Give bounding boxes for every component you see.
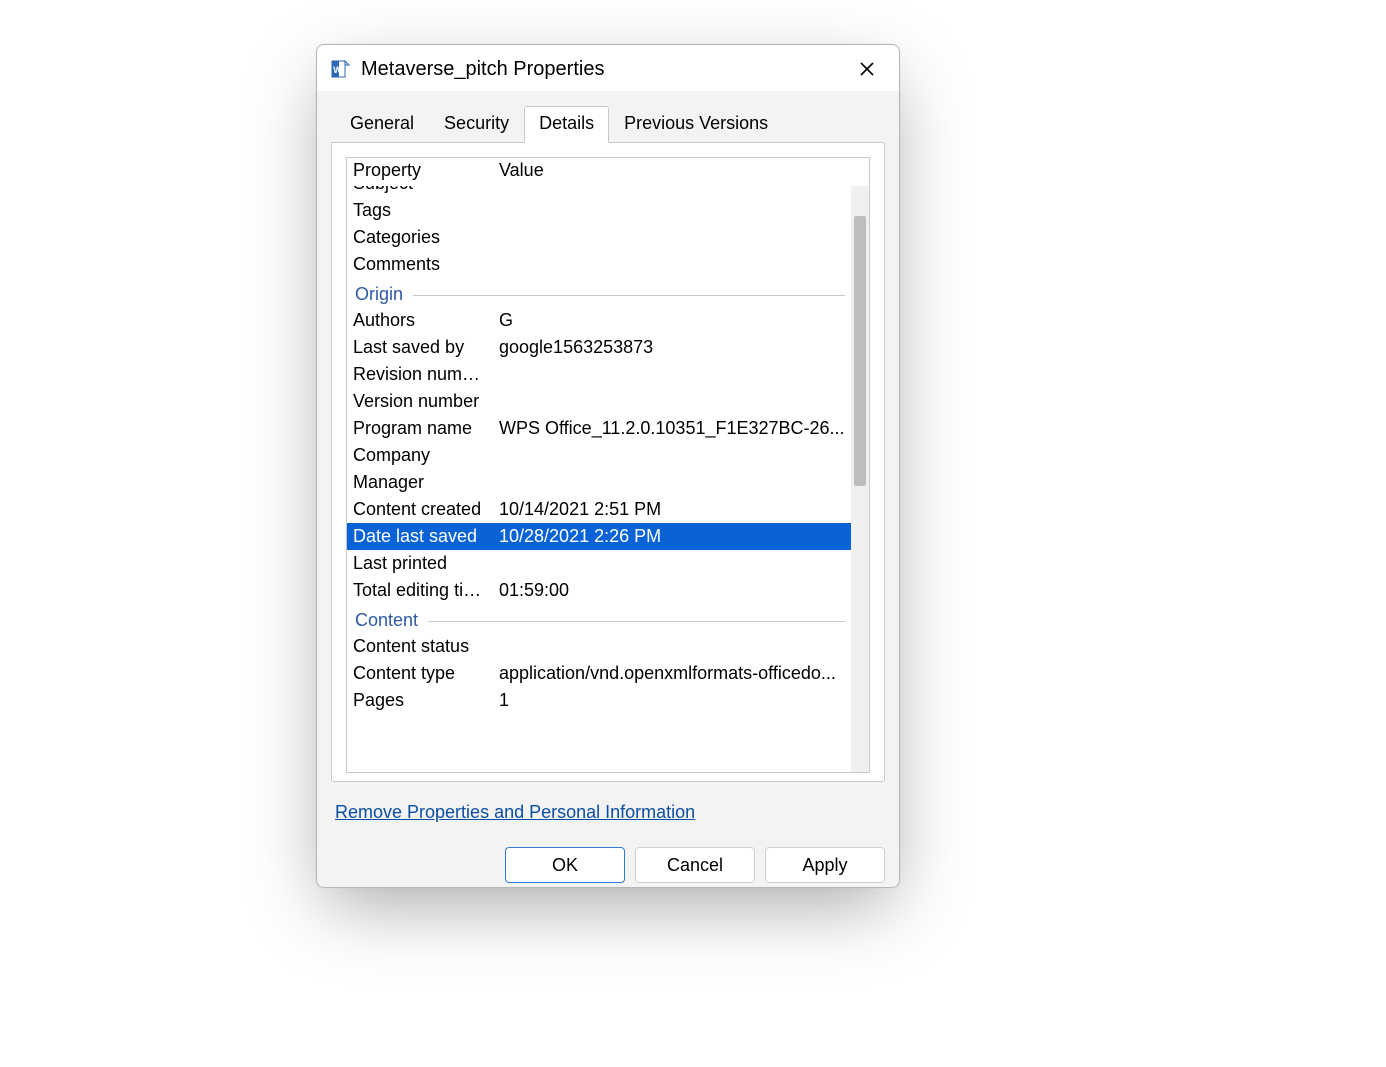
section-content: Content: [347, 604, 851, 633]
row-revision-number[interactable]: Revision number: [347, 361, 851, 388]
value-tags: [493, 199, 851, 222]
label-comments: Comments: [347, 253, 493, 276]
tab-strip: General Security Details Previous Versio…: [331, 105, 885, 142]
header-property[interactable]: Property: [347, 158, 493, 185]
label-authors: Authors: [347, 309, 493, 332]
label-program-name: Program name: [347, 417, 493, 440]
ok-button[interactable]: OK: [505, 847, 625, 883]
window-title: Metaverse_pitch Properties: [361, 58, 849, 81]
vertical-scrollbar[interactable]: [851, 186, 869, 772]
row-categories[interactable]: Categories: [347, 224, 851, 251]
tab-security[interactable]: Security: [429, 106, 524, 143]
row-pages[interactable]: Pages 1: [347, 687, 851, 714]
value-manager: [493, 471, 851, 494]
label-company: Company: [347, 444, 493, 467]
value-content-created: 10/14/2021 2:51 PM: [493, 498, 851, 521]
label-subject: Subject: [347, 186, 493, 195]
property-grid: Property Value Subject Tags: [346, 157, 870, 773]
row-content-type[interactable]: Content type application/vnd.openxmlform…: [347, 660, 851, 687]
label-version-number: Version number: [347, 390, 493, 413]
cancel-button[interactable]: Cancel: [635, 847, 755, 883]
value-last-saved-by: google1563253873: [493, 336, 851, 359]
header-value[interactable]: Value: [493, 158, 869, 185]
remove-properties-link[interactable]: Remove Properties and Personal Informati…: [335, 802, 695, 822]
value-categories: [493, 226, 851, 249]
scrollbar-thumb[interactable]: [854, 216, 866, 486]
section-content-label: Content: [355, 610, 424, 631]
label-categories: Categories: [347, 226, 493, 249]
row-date-last-saved[interactable]: Date last saved 10/28/2021 2:26 PM: [347, 523, 851, 550]
dialog-buttons: OK Cancel Apply: [331, 823, 885, 883]
link-row: Remove Properties and Personal Informati…: [331, 782, 885, 823]
grid-header: Property Value: [347, 158, 869, 186]
divider: [413, 295, 845, 296]
value-revision-number: [493, 363, 851, 386]
value-comments: [493, 253, 851, 276]
section-origin: Origin: [347, 278, 851, 307]
label-pages: Pages: [347, 689, 493, 712]
svg-text:W: W: [333, 65, 342, 75]
row-company[interactable]: Company: [347, 442, 851, 469]
label-last-saved-by: Last saved by: [347, 336, 493, 359]
row-tags[interactable]: Tags: [347, 197, 851, 224]
tab-details[interactable]: Details: [524, 106, 609, 143]
tab-previous-versions[interactable]: Previous Versions: [609, 106, 783, 143]
row-comments[interactable]: Comments: [347, 251, 851, 278]
properties-dialog: W Metaverse_pitch Properties General Sec…: [316, 44, 900, 888]
tab-general[interactable]: General: [335, 106, 429, 143]
row-manager[interactable]: Manager: [347, 469, 851, 496]
close-icon: [860, 62, 874, 76]
section-origin-label: Origin: [355, 284, 409, 305]
row-program-name[interactable]: Program name WPS Office_11.2.0.10351_F1E…: [347, 415, 851, 442]
label-content-type: Content type: [347, 662, 493, 685]
row-last-printed[interactable]: Last printed: [347, 550, 851, 577]
row-version-number[interactable]: Version number: [347, 388, 851, 415]
value-total-editing-time: 01:59:00: [493, 579, 851, 602]
label-total-editing-time: Total editing time: [347, 579, 493, 602]
label-date-last-saved: Date last saved: [347, 525, 493, 548]
label-content-status: Content status: [347, 635, 493, 658]
label-content-created: Content created: [347, 498, 493, 521]
label-manager: Manager: [347, 471, 493, 494]
row-authors[interactable]: Authors G: [347, 307, 851, 334]
divider: [428, 621, 845, 622]
label-last-printed: Last printed: [347, 552, 493, 575]
value-program-name: WPS Office_11.2.0.10351_F1E327BC-26...: [493, 417, 851, 440]
row-last-saved-by[interactable]: Last saved by google1563253873: [347, 334, 851, 361]
value-pages: 1: [493, 689, 851, 712]
dialog-client-area: General Security Details Previous Versio…: [317, 91, 899, 888]
value-content-status: [493, 635, 851, 658]
row-content-status[interactable]: Content status: [347, 633, 851, 660]
label-revision-number: Revision number: [347, 363, 493, 386]
value-company: [493, 444, 851, 467]
value-version-number: [493, 390, 851, 413]
apply-button[interactable]: Apply: [765, 847, 885, 883]
row-total-editing-time[interactable]: Total editing time 01:59:00: [347, 577, 851, 604]
value-authors: G: [493, 309, 851, 332]
value-date-last-saved: 10/28/2021 2:26 PM: [493, 525, 851, 548]
value-content-type: application/vnd.openxmlformats-officedo.…: [493, 662, 851, 685]
grid-body: Subject Tags Categories Comments: [347, 186, 869, 772]
titlebar: W Metaverse_pitch Properties: [317, 45, 899, 91]
close-button[interactable]: [849, 55, 885, 83]
word-document-icon: W: [331, 59, 351, 79]
label-tags: Tags: [347, 199, 493, 222]
details-panel: Property Value Subject Tags: [331, 142, 885, 782]
row-subject[interactable]: Subject: [347, 186, 851, 197]
value-subject: [493, 186, 851, 195]
grid-rows: Subject Tags Categories Comments: [347, 186, 851, 772]
value-last-printed: [493, 552, 851, 575]
row-content-created[interactable]: Content created 10/14/2021 2:51 PM: [347, 496, 851, 523]
